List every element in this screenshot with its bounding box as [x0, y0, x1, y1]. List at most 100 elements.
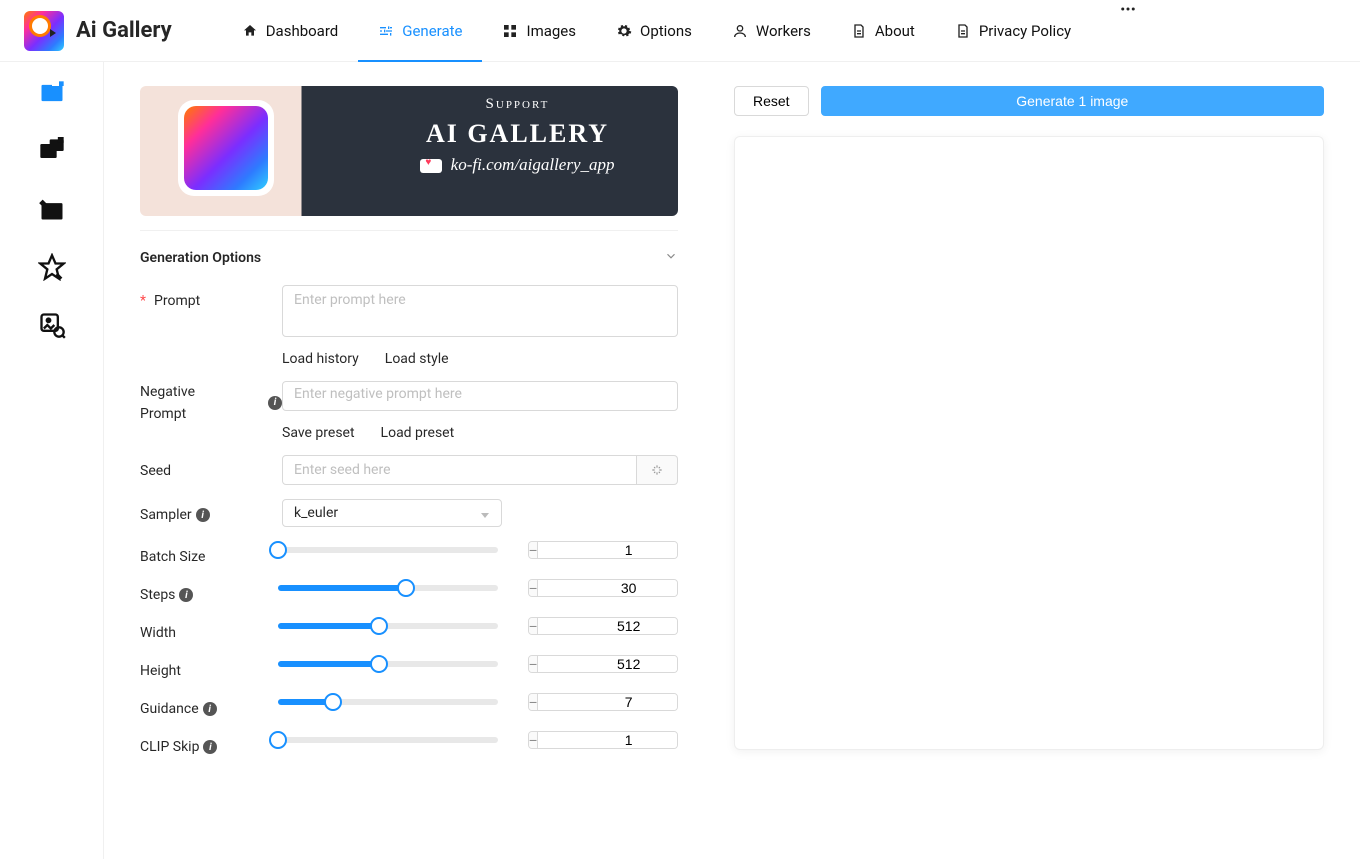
chevron-down-icon [664, 249, 678, 267]
seed-input[interactable] [282, 455, 637, 485]
logo-wrap[interactable]: Ai Gallery [24, 11, 172, 51]
batch-size-value[interactable] [538, 542, 678, 558]
banner-title: AI GALLERY [387, 119, 647, 149]
reset-button[interactable]: Reset [734, 86, 809, 116]
nav-label: Generate [402, 22, 462, 40]
info-icon[interactable]: i [203, 702, 217, 716]
negative-prompt-row: Negative Prompt i Save preset Load prese… [140, 381, 678, 441]
slider-handle[interactable] [397, 579, 415, 597]
load-preset-link[interactable]: Load preset [381, 425, 455, 441]
generate-button[interactable]: Generate 1 image [821, 86, 1324, 116]
slider-handle[interactable] [269, 541, 287, 559]
load-history-link[interactable]: Load history [282, 351, 359, 367]
save-preset-link[interactable]: Save preset [282, 425, 355, 441]
nav-dashboard[interactable]: Dashboard [222, 0, 359, 61]
grid-icon [502, 23, 518, 39]
nav-privacy[interactable]: Privacy Policy [935, 0, 1091, 61]
divider [140, 230, 678, 231]
sidebar [0, 62, 104, 859]
guidance-stepper: − + [528, 693, 678, 711]
prompt-input[interactable] [282, 285, 678, 337]
file-icon [851, 23, 867, 39]
clip-skip-value[interactable] [538, 732, 678, 748]
clip-skip-label: CLIP Skip i [140, 731, 278, 755]
home-icon [242, 23, 258, 39]
content: Support AI GALLERY ko-fi.com/aigallery_a… [104, 62, 1360, 859]
steps-stepper: − + [528, 579, 678, 597]
decrement-button[interactable]: − [529, 732, 538, 748]
clip-skip-slider[interactable] [278, 737, 498, 743]
randomize-seed-button[interactable] [637, 455, 678, 485]
user-icon [732, 23, 748, 39]
steps-label: Steps i [140, 579, 278, 603]
steps-slider[interactable] [278, 585, 498, 591]
sidebar-rate[interactable] [37, 252, 67, 282]
nav-label: Images [526, 22, 576, 40]
nav-about[interactable]: About [831, 0, 935, 61]
section-header[interactable]: Generation Options [140, 249, 678, 267]
guidance-value[interactable] [538, 694, 678, 710]
support-banner[interactable]: Support AI GALLERY ko-fi.com/aigallery_a… [140, 86, 678, 216]
decrement-button[interactable]: − [529, 694, 538, 710]
app-logo-icon [24, 11, 64, 51]
height-slider[interactable] [278, 661, 498, 667]
banner-support: Support [387, 96, 647, 113]
output-panel: Reset Generate 1 image [734, 86, 1324, 835]
clip-skip-stepper: − + [528, 731, 678, 749]
seed-label: Seed [140, 455, 282, 479]
sampler-select[interactable]: k_euler [282, 499, 502, 527]
steps-value[interactable] [538, 580, 678, 596]
steps-row: Steps i − + [140, 579, 678, 603]
nav-more[interactable] [1099, 0, 1157, 61]
nav-images[interactable]: Images [482, 0, 596, 61]
ellipsis-icon [1119, 0, 1137, 18]
height-value[interactable] [538, 656, 678, 672]
sliders-icon [378, 23, 394, 39]
batch-size-label: Batch Size [140, 541, 278, 565]
nav-generate[interactable]: Generate [358, 0, 482, 61]
prompt-label: * Prompt [140, 285, 282, 309]
info-icon[interactable]: i [268, 396, 282, 410]
slider-handle[interactable] [269, 731, 287, 749]
guidance-slider[interactable] [278, 699, 498, 705]
nav-options[interactable]: Options [596, 0, 712, 61]
width-value[interactable] [538, 618, 678, 634]
info-icon[interactable]: i [203, 740, 217, 754]
sidebar-interrogate[interactable] [37, 310, 67, 340]
height-stepper: − + [528, 655, 678, 673]
decrement-button[interactable]: − [529, 542, 538, 558]
prompt-row: * Prompt Load history Load style [140, 285, 678, 367]
slider-handle[interactable] [370, 655, 388, 673]
load-style-link[interactable]: Load style [385, 351, 449, 367]
negative-label: Negative Prompt [140, 381, 220, 426]
nav-label: Privacy Policy [979, 22, 1071, 40]
kofi-heart-icon [420, 159, 442, 173]
decrement-button[interactable]: − [529, 656, 538, 672]
info-icon[interactable]: i [179, 588, 193, 602]
info-icon[interactable]: i [196, 508, 210, 522]
nav-label: Dashboard [266, 22, 339, 40]
nav-workers[interactable]: Workers [712, 0, 831, 61]
width-stepper: − + [528, 617, 678, 635]
nav-label: About [875, 22, 915, 40]
decrement-button[interactable]: − [529, 618, 538, 634]
guidance-label: Guidance i [140, 693, 278, 717]
sidebar-text2img[interactable] [37, 78, 67, 108]
seed-row: Seed [140, 455, 678, 485]
sampler-row: Sampler i k_euler [140, 499, 678, 527]
width-slider[interactable] [278, 623, 498, 629]
negative-prompt-input[interactable] [282, 381, 678, 411]
decrement-button[interactable]: − [529, 580, 538, 596]
slider-handle[interactable] [324, 693, 342, 711]
action-bar: Reset Generate 1 image [734, 86, 1324, 116]
batch-size-slider[interactable] [278, 547, 498, 553]
sparkle-icon [650, 463, 664, 477]
preview-canvas [734, 136, 1324, 750]
brand-title: Ai Gallery [76, 18, 172, 43]
sidebar-inpaint[interactable] [37, 194, 67, 224]
required-mark: * [140, 293, 146, 309]
sidebar-img2img[interactable] [37, 136, 67, 166]
slider-handle[interactable] [370, 617, 388, 635]
nav-label: Workers [756, 22, 811, 40]
main-nav: Dashboard Generate Images Options Worker… [222, 0, 1157, 61]
